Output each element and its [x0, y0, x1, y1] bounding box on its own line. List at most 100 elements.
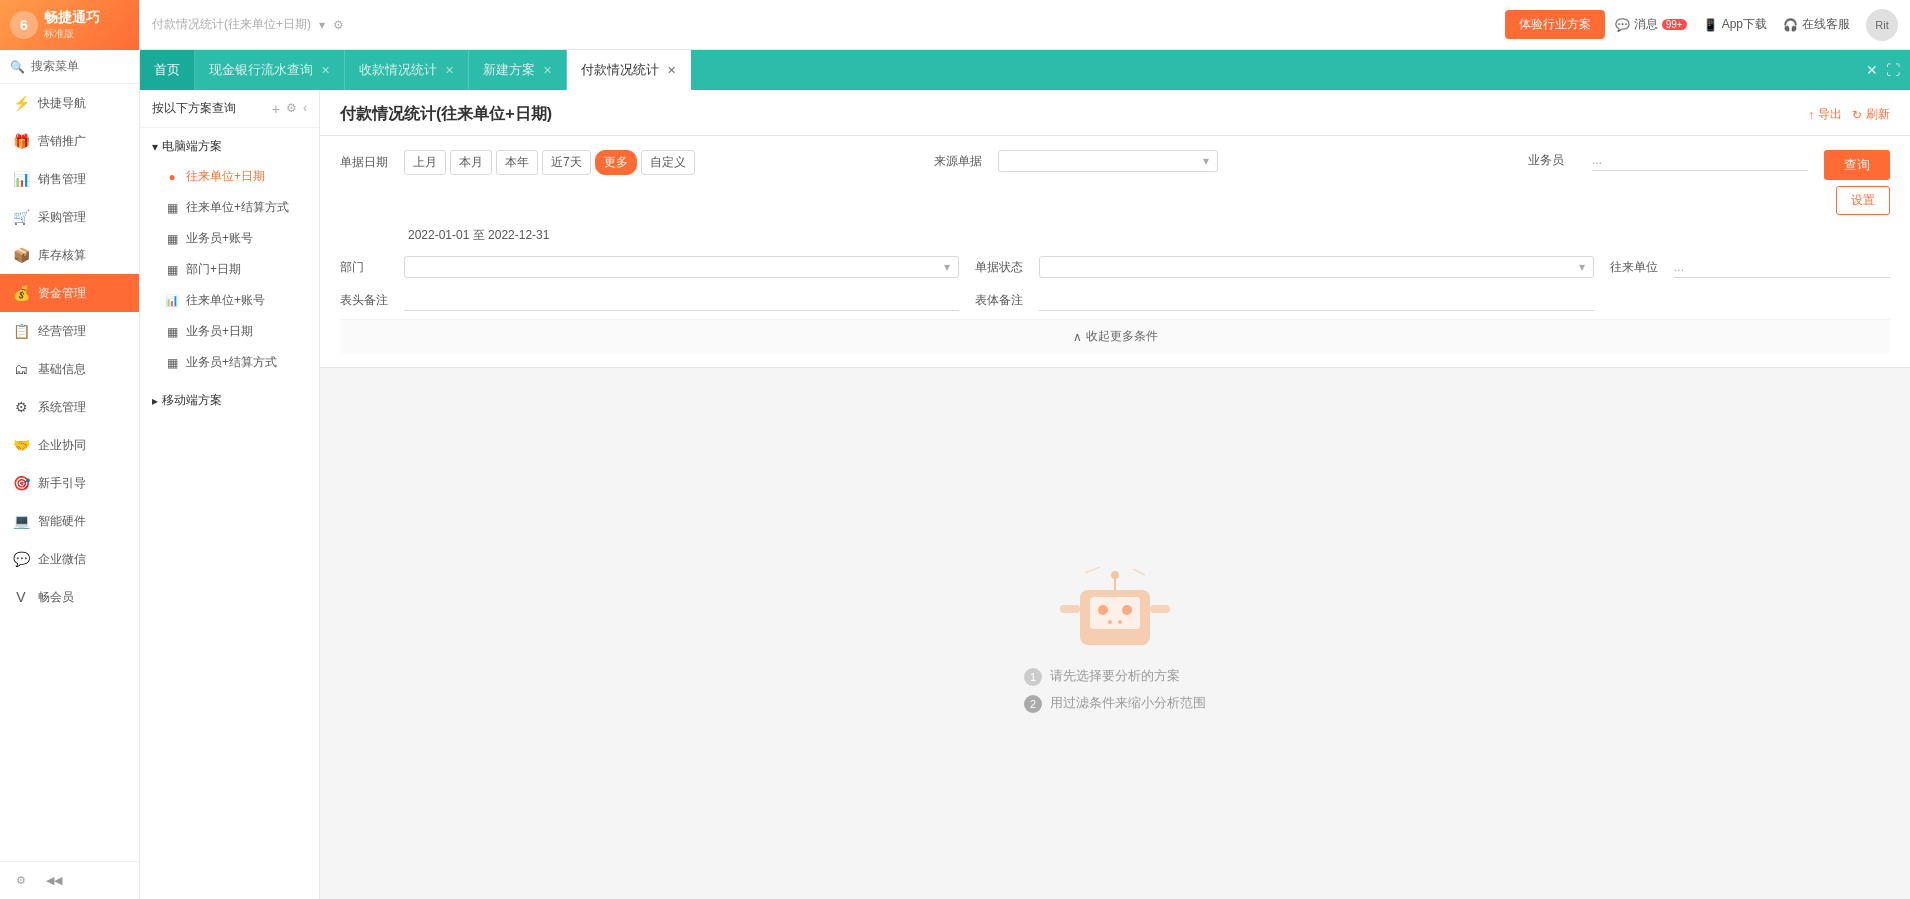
sidebar-item-quick-nav[interactable]: ⚡ 快捷导航: [0, 84, 139, 122]
this-year-btn[interactable]: 本年: [496, 150, 538, 175]
app-download-label: App下载: [1722, 16, 1767, 33]
settings-btn[interactable]: 设置: [1836, 186, 1890, 215]
sidebar-item-label: 库存核算: [38, 247, 86, 264]
tab-close-icon[interactable]: ✕: [445, 64, 454, 77]
doc-status-select[interactable]: [1039, 256, 1594, 278]
sidebar-item-sales[interactable]: 📊 销售管理: [0, 160, 139, 198]
query-btn[interactable]: 查询: [1824, 150, 1890, 180]
collapse-more-btn[interactable]: ∧ 收起更多条件: [340, 319, 1890, 353]
tab-payment-stats[interactable]: 付款情况统计 ✕: [567, 50, 691, 90]
scheme-item-unit-date[interactable]: ● 往来单位+日期: [140, 161, 319, 192]
tab-bank-flow[interactable]: 现金银行流水查询 ✕: [195, 50, 345, 90]
chevron-down-icon: ▾: [152, 140, 158, 154]
scheme-item-label: 往来单位+结算方式: [186, 199, 289, 216]
sidebar-item-label: 经营管理: [38, 323, 86, 340]
tab-close-all-icon[interactable]: ✕: [1866, 62, 1878, 78]
tab-home[interactable]: 首页: [140, 50, 195, 90]
last-7days-btn[interactable]: 近7天: [542, 150, 591, 175]
tab-new-plan[interactable]: 新建方案 ✕: [469, 50, 567, 90]
search-icon: 🔍: [10, 60, 25, 74]
svg-rect-8: [1060, 605, 1080, 613]
dept-select[interactable]: [404, 256, 959, 278]
scheme-item-label: 业务员+结算方式: [186, 354, 277, 371]
tab-close-icon[interactable]: ✕: [667, 64, 676, 77]
this-month-btn[interactable]: 本月: [450, 150, 492, 175]
source-select[interactable]: [998, 150, 1218, 172]
body-note-input[interactable]: [1039, 290, 1594, 311]
scheme-group-mobile-title[interactable]: ▸ 移动端方案: [140, 386, 319, 415]
tab-close-icon[interactable]: ✕: [543, 64, 552, 77]
sidebar-item-label: 智能硬件: [38, 513, 86, 530]
collapse-panel-icon[interactable]: ‹: [303, 101, 307, 117]
sidebar-item-system[interactable]: ⚙ 系统管理: [0, 388, 139, 426]
staff-select[interactable]: ...: [1592, 150, 1808, 171]
sidebar-item-member[interactable]: V 畅会员: [0, 578, 139, 616]
dept-filter-label: 部门: [340, 259, 396, 276]
tab-receipts[interactable]: 收款情况统计 ✕: [345, 50, 469, 90]
basic-icon: 🗂: [12, 360, 30, 378]
scheme-icon: ▦: [164, 355, 180, 371]
scheme-item-staff-account[interactable]: ▦ 业务员+账号: [140, 223, 319, 254]
svg-point-3: [1122, 605, 1132, 615]
custom-date-btn[interactable]: 自定义: [641, 150, 695, 175]
export-btn[interactable]: ↑ 导出: [1808, 106, 1842, 123]
scheme-item-label: 往来单位+日期: [186, 168, 265, 185]
scheme-item-dept-date[interactable]: ▦ 部门+日期: [140, 254, 319, 285]
sidebar-item-marketing[interactable]: 🎁 营销推广: [0, 122, 139, 160]
sidebar-item-hardware[interactable]: 💻 智能硬件: [0, 502, 139, 540]
sidebar-search[interactable]: 🔍 搜索菜单: [0, 50, 139, 84]
tab-maximize-icon[interactable]: ⛶: [1886, 62, 1900, 78]
scheme-item-unit-account[interactable]: 📊 往来单位+账号: [140, 285, 319, 316]
head-note-input[interactable]: [404, 290, 959, 311]
tab-close-icon[interactable]: ✕: [321, 64, 330, 77]
filter-area: 单据日期 上月 本月 本年 近7天 更多 自定义 来源单据: [320, 136, 1910, 368]
add-scheme-icon[interactable]: +: [272, 101, 280, 117]
more-date-btn[interactable]: 更多: [595, 150, 637, 175]
source-filter-label: 来源单据: [934, 153, 990, 170]
settings-footer-btn[interactable]: ⚙: [8, 870, 34, 891]
body-note-label: 表体备注: [975, 292, 1031, 309]
dropdown-arrow-icon[interactable]: ▾: [319, 18, 325, 32]
app-download-icon: 📱: [1703, 18, 1718, 32]
settings-scheme-icon[interactable]: ⚙: [286, 101, 297, 117]
sidebar-item-enterprise[interactable]: 🤝 企业协同: [0, 426, 139, 464]
refresh-btn[interactable]: ↻ 刷新: [1852, 106, 1890, 123]
sidebar-item-weixin[interactable]: 💬 企业微信: [0, 540, 139, 578]
svg-point-5: [1118, 620, 1122, 624]
trial-btn[interactable]: 体验行业方案: [1505, 10, 1605, 39]
online-service-label: 在线客服: [1802, 16, 1850, 33]
online-service-action[interactable]: 🎧 在线客服: [1783, 16, 1850, 33]
sidebar-item-inventory[interactable]: 📦 库存核算: [0, 236, 139, 274]
left-panel-title: 按以下方案查询: [152, 100, 266, 117]
breadcrumb-text: 付款情况统计(往来单位+日期): [152, 16, 311, 33]
sidebar-item-operations[interactable]: 📋 经营管理: [0, 312, 139, 350]
partner-input[interactable]: ...: [1674, 257, 1890, 278]
user-avatar[interactable]: Rit: [1866, 9, 1898, 41]
sidebar-item-basic[interactable]: 🗂 基础信息: [0, 350, 139, 388]
refresh-label: 刷新: [1866, 106, 1890, 123]
date-filter-label: 单据日期: [340, 154, 396, 171]
hint-number-2: 2: [1024, 695, 1042, 713]
sidebar-item-capital[interactable]: 💰 资金管理: [0, 274, 139, 312]
empty-illustration: [1055, 555, 1175, 655]
export-icon: ↑: [1808, 108, 1814, 122]
scheme-icon: ▦: [164, 262, 180, 278]
collapse-sidebar-btn[interactable]: ◀◀: [38, 870, 70, 891]
sidebar-header: 6 畅捷通巧 标准版: [0, 0, 139, 50]
purchase-icon: 🛒: [12, 208, 30, 226]
message-action[interactable]: 💬 消息 99+: [1615, 16, 1687, 33]
svg-point-2: [1098, 605, 1108, 615]
scheme-group-desktop-title[interactable]: ▾ 电脑端方案: [140, 132, 319, 161]
scheme-item-staff-settle[interactable]: ▦ 业务员+结算方式: [140, 347, 319, 378]
scheme-item-unit-settle[interactable]: ▦ 往来单位+结算方式: [140, 192, 319, 223]
last-month-btn[interactable]: 上月: [404, 150, 446, 175]
message-badge: 99+: [1662, 19, 1687, 30]
scheme-icon: ▦: [164, 200, 180, 216]
scheme-item-staff-date[interactable]: ▦ 业务员+日期: [140, 316, 319, 347]
headset-icon: 🎧: [1783, 18, 1798, 32]
svg-point-7: [1111, 571, 1119, 579]
app-download-action[interactable]: 📱 App下载: [1703, 16, 1767, 33]
sidebar-item-newguide[interactable]: 🎯 新手引导: [0, 464, 139, 502]
settings-topbar-icon[interactable]: ⚙: [333, 18, 344, 32]
sidebar-item-purchase[interactable]: 🛒 采购管理: [0, 198, 139, 236]
